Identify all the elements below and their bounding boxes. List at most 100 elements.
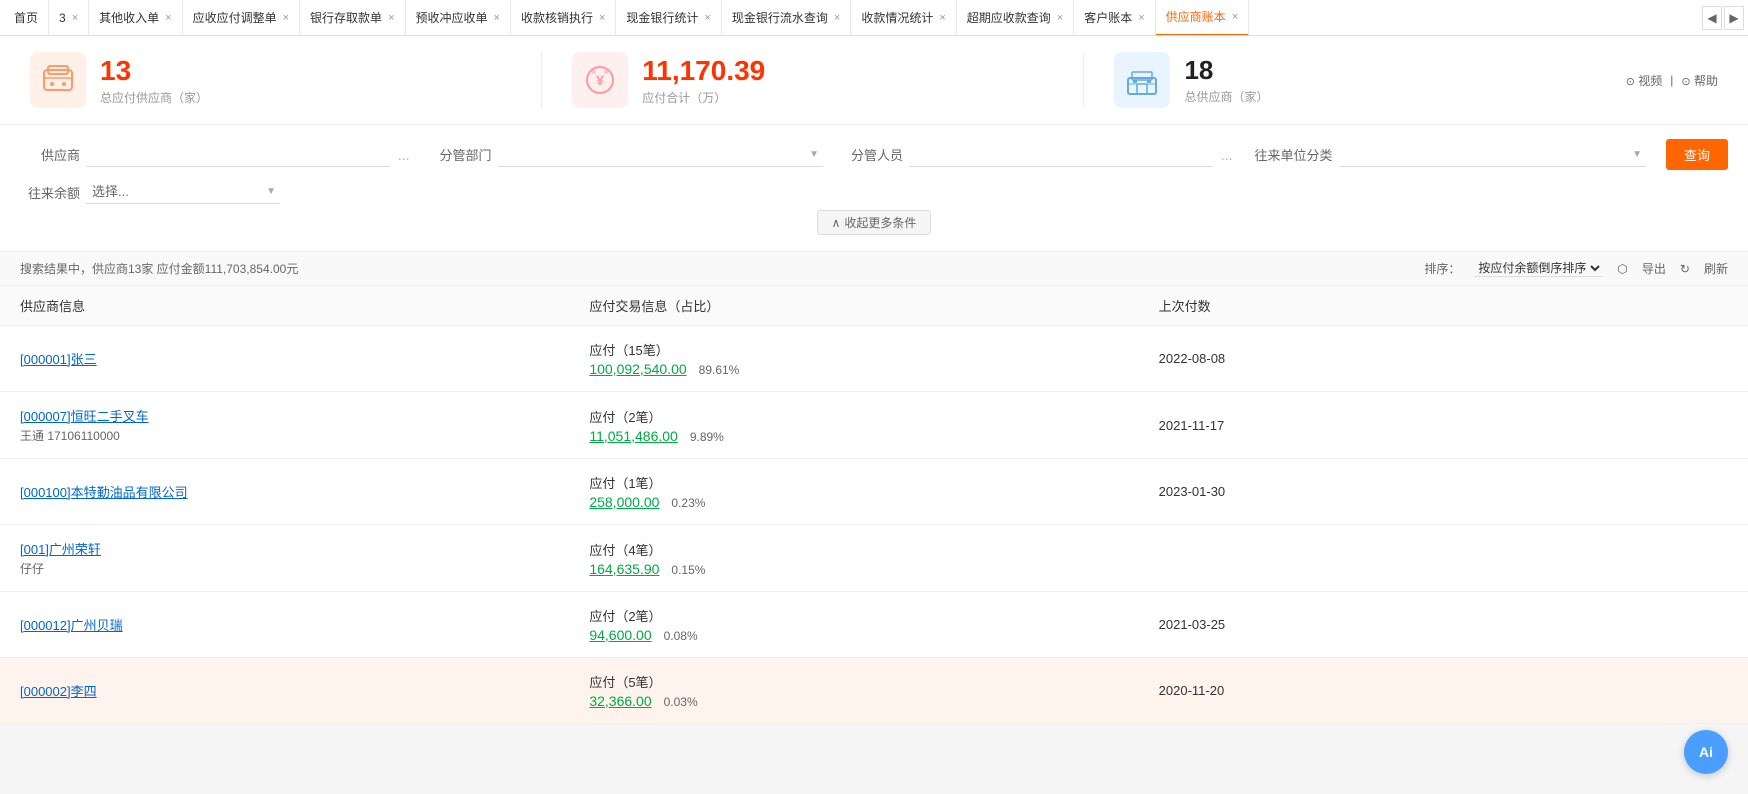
collapse-up-icon: ∧ — [832, 216, 841, 230]
total-suppliers-text: 18 总供应商（家） — [1184, 55, 1268, 105]
trans-label-5: 应付（2笔） — [589, 606, 1158, 625]
supplier-link-3[interactable]: [000100]本特勤油品有限公司 — [20, 485, 188, 500]
dept-select-wrapper: ▼ — [498, 143, 824, 167]
trans-row-4: 164,635.90 0.15% — [589, 561, 1158, 577]
trans-amount-3[interactable]: 258,000.00 — [589, 494, 659, 510]
supplier-link-5[interactable]: [000012]广州贝瑞 — [20, 618, 123, 633]
dept-filter-group: 分管部门 ▼ — [432, 143, 824, 167]
receipt-verify-label: 收款核销执行 — [521, 9, 593, 26]
bank-deposit-close[interactable]: × — [388, 12, 394, 24]
tab3-close[interactable]: × — [72, 12, 78, 24]
supplier-link-2[interactable]: [000007]恒旺二手叉车 — [20, 409, 149, 424]
sort-select[interactable]: 按应付余额倒序排序 — [1474, 260, 1603, 277]
trans-row-1: 100,092,540.00 89.61% — [589, 361, 1158, 377]
trans-amount-4[interactable]: 164,635.90 — [589, 561, 659, 577]
total-suppliers-icon — [1114, 52, 1170, 108]
bank-deposit-label: 银行存取款单 — [310, 9, 382, 26]
nav-arrow-controls: ◀ ▶ — [1702, 6, 1744, 30]
total-suppliers-value: 18 — [1184, 55, 1268, 86]
main-table: 供应商信息 应付交易信息（占比） 上次付数 [000001]张三 应付（15笔）… — [0, 286, 1748, 724]
last-payment-cell-3: 2023-01-30 — [1159, 484, 1728, 499]
receipt-stats-close[interactable]: × — [939, 12, 945, 24]
nav-tab-bank-deposit[interactable]: 银行存取款单 × — [300, 0, 405, 36]
supplier-cell-1: [000001]张三 — [20, 349, 589, 368]
trans-amount-6[interactable]: 32,366.00 — [589, 693, 651, 709]
trans-percent-2: 9.89% — [690, 430, 724, 444]
balance-filter-group: 往来余额 选择... ▼ — [20, 180, 280, 204]
trans-amount-2[interactable]: 11,051,486.00 — [589, 428, 678, 444]
ap-amount-icon: ¥ — [572, 52, 628, 108]
nav-tab-supplier-book[interactable]: 供应商账本 × — [1156, 0, 1249, 36]
cash-flow-close[interactable]: × — [834, 12, 840, 24]
trans-amount-1[interactable]: 100,092,540.00 — [589, 361, 686, 377]
table-row: [000002]李四 应付（5笔） 32,366.00 0.03% 2020-1… — [0, 658, 1748, 724]
transaction-cell-4: 应付（4笔） 164,635.90 0.15% — [589, 540, 1158, 577]
ap-amount-text: 11,170.39 应付合计（万） — [642, 54, 765, 107]
supplier-link-1[interactable]: [000001]张三 — [20, 352, 97, 367]
transaction-cell-2: 应付（2笔） 11,051,486.00 9.89% — [589, 407, 1158, 444]
nav-tab-pre-collect[interactable]: 预收冲应收单 × — [406, 0, 511, 36]
supplier-link-6[interactable]: [000002]李四 — [20, 684, 97, 699]
person-input[interactable] — [909, 143, 1213, 167]
other-income-label: 其他收入单 — [99, 9, 159, 26]
overdue-ar-close[interactable]: × — [1057, 12, 1063, 24]
category-select[interactable] — [1339, 143, 1646, 166]
collapse-button[interactable]: ∧ 收起更多条件 — [817, 210, 932, 235]
nav-tab-ar-ap-adjust[interactable]: 应收应付调整单 × — [183, 0, 300, 36]
cash-stats-close[interactable]: × — [704, 12, 710, 24]
export-label[interactable]: 导出 — [1642, 260, 1666, 277]
last-payment-2: 2021-11-17 — [1159, 418, 1225, 433]
col-supplier-info: 供应商信息 — [20, 296, 589, 315]
filter-row-1: 供应商 ... 分管部门 ▼ 分管人员 ... 往来单位分类 — [20, 139, 1728, 170]
nav-tab-3[interactable]: 3 × — [49, 0, 89, 36]
refresh-label[interactable]: 刷新 — [1704, 260, 1728, 277]
supplier-link-4[interactable]: [001]广州荣轩 — [20, 542, 101, 557]
nav-tab-other-income[interactable]: 其他收入单 × — [89, 0, 182, 36]
transaction-cell-3: 应付（1笔） 258,000.00 0.23% — [589, 473, 1158, 510]
nav-tab-receipt-stats[interactable]: 收款情况统计 × — [851, 0, 956, 36]
ar-ap-adjust-close[interactable]: × — [283, 12, 289, 24]
supplier-book-label: 供应商账本 — [1166, 8, 1226, 25]
nav-tab-cash-flow[interactable]: 现金银行流水查询 × — [722, 0, 851, 36]
total-suppliers-label: 总供应商（家） — [1184, 88, 1268, 105]
supplier-cell-6: [000002]李四 — [20, 681, 589, 700]
supplier-book-close[interactable]: × — [1232, 11, 1238, 23]
supplier-input[interactable] — [86, 143, 390, 167]
table-row: [000001]张三 应付（15笔） 100,092,540.00 89.61%… — [0, 326, 1748, 392]
results-summary: 搜索结果中，供应商13家 应付金额111,703,854.00元 — [20, 260, 298, 277]
trans-percent-6: 0.03% — [664, 695, 698, 709]
supplier-cell-3: [000100]本特勤油品有限公司 — [20, 482, 589, 501]
nav-tab-customer-book[interactable]: 客户账本 × — [1074, 0, 1155, 36]
search-button[interactable]: 查询 — [1666, 139, 1728, 170]
nav-tab-home[interactable]: 首页 — [4, 0, 49, 36]
nav-tab-cash-stats[interactable]: 现金银行统计 × — [616, 0, 721, 36]
trans-percent-4: 0.15% — [671, 563, 705, 577]
person-ellipsis[interactable]: ... — [1219, 147, 1235, 163]
ai-badge[interactable]: Ai — [1684, 730, 1728, 774]
cash-flow-label: 现金银行流水查询 — [732, 9, 828, 26]
other-income-close[interactable]: × — [165, 12, 171, 24]
cash-stats-label: 现金银行统计 — [626, 9, 698, 26]
receipt-verify-close[interactable]: × — [599, 12, 605, 24]
filter-collapse-center: ∧ 收起更多条件 — [20, 210, 1728, 235]
supplier-ellipsis[interactable]: ... — [396, 147, 412, 163]
trans-amount-5[interactable]: 94,600.00 — [589, 627, 651, 643]
pre-collect-close[interactable]: × — [494, 12, 500, 24]
supplier-sub-4: 仔仔 — [20, 560, 589, 577]
dept-select[interactable] — [498, 143, 824, 166]
stats-bar: 13 总应付供应商（家） ¥ 11,170.39 应付合计（万） — [0, 36, 1748, 125]
nav-tab-overdue-ar[interactable]: 超期应收款查询 × — [957, 0, 1074, 36]
help-link[interactable]: ⊙ 帮助 — [1681, 72, 1718, 89]
balance-select[interactable]: 选择... — [86, 180, 280, 203]
category-select-wrapper: ▼ — [1339, 143, 1646, 167]
nav-prev-arrow[interactable]: ◀ — [1702, 6, 1722, 30]
supplier-label: 供应商 — [20, 145, 80, 164]
nav-tab-receipt-verify[interactable]: 收款核销执行 × — [511, 0, 616, 36]
video-link[interactable]: ⊙ 视频 — [1626, 72, 1663, 89]
person-label: 分管人员 — [843, 145, 903, 164]
customer-book-close[interactable]: × — [1138, 12, 1144, 24]
transaction-cell-5: 应付（2笔） 94,600.00 0.08% — [589, 606, 1158, 643]
customer-book-label: 客户账本 — [1084, 9, 1132, 26]
receipt-stats-label: 收款情况统计 — [861, 9, 933, 26]
nav-next-arrow[interactable]: ▶ — [1724, 6, 1744, 30]
